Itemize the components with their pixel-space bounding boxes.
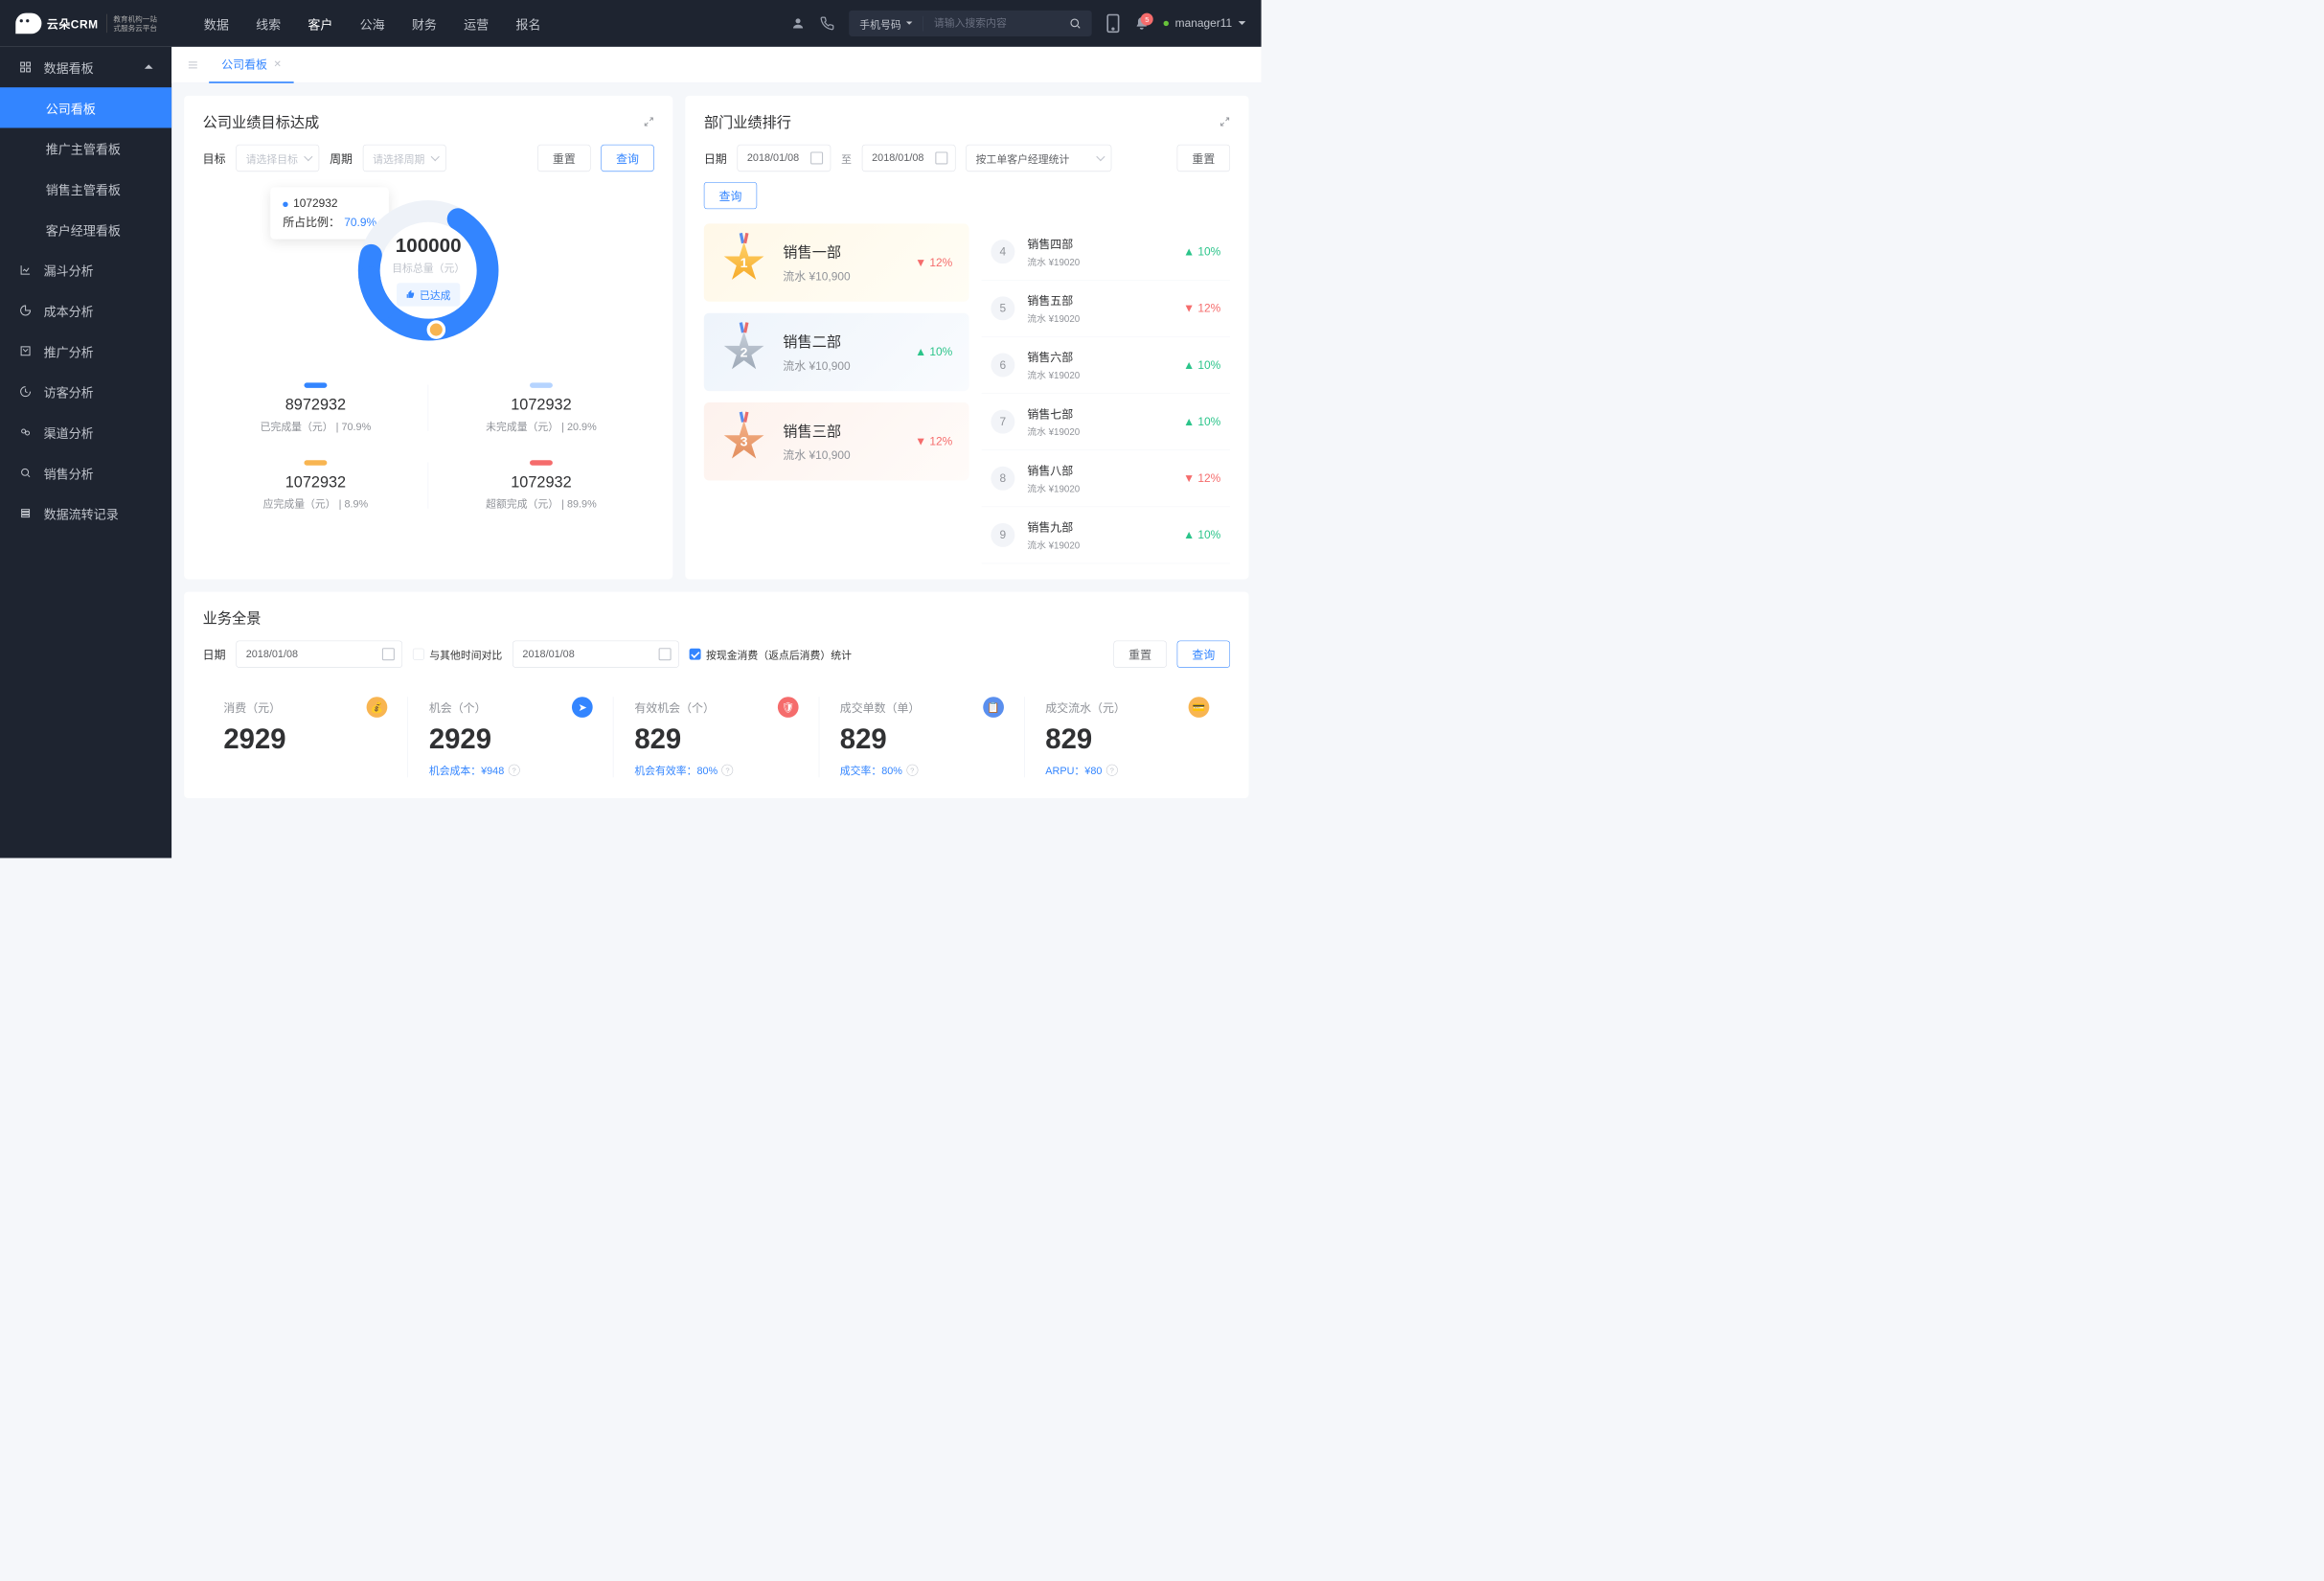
rank-top-card[interactable]: 2 销售二部流水 ¥10,900 ▲ 10% <box>704 313 969 391</box>
metric-card: 成交单数（单）📋 829 成交率：80% ? <box>819 692 1024 783</box>
topnav-item[interactable]: 线索 <box>256 14 281 33</box>
expand-icon[interactable] <box>644 117 654 127</box>
bell-icon[interactable]: 5 <box>1134 16 1149 31</box>
cash-checkbox[interactable]: 按现金消费（返点后消费）统计 <box>690 647 852 662</box>
stat-item: 8972932已完成量（元） | 70.9% <box>203 369 429 447</box>
nav-icon <box>19 304 33 317</box>
nav-icon <box>19 507 33 520</box>
rank-row[interactable]: 7 销售七部流水 ¥19020 ▲ 10% <box>982 394 1230 450</box>
donut-chart: 100000 目标总量（元） 已达成 <box>351 193 507 349</box>
search-button[interactable] <box>1059 17 1092 30</box>
stat-item: 1072932应完成量（元） | 8.9% <box>203 447 429 524</box>
search-type-select[interactable]: 手机号码 <box>849 16 923 32</box>
help-icon[interactable]: ? <box>1106 764 1118 775</box>
sidebar-item[interactable]: 渠道分析 <box>0 412 171 452</box>
nav-icon <box>19 425 33 439</box>
ov-date1[interactable]: 2018/01/08 <box>236 641 402 668</box>
metric-icon: ➤ <box>572 697 593 718</box>
call-icon[interactable] <box>820 16 834 31</box>
sidebar-sub-item[interactable]: 推广主管看板 <box>0 128 171 169</box>
card-overview: 业务全景 日期 2018/01/08 与其他时间对比 2018/01/08 按现… <box>184 592 1248 798</box>
medal-icon: 3 <box>720 418 767 465</box>
nav-icon <box>19 466 33 479</box>
sidebar-sub-item[interactable]: 公司看板 <box>0 87 171 127</box>
stat-item: 1072932未完成量（元） | 20.9% <box>428 369 654 447</box>
card-target: 公司业绩目标达成 目标 请选择目标 周期 请选择周期 重置 查询 1072932 <box>184 96 672 580</box>
card-ranking: 部门业绩排行 日期 2018/01/08 至 2018/01/08 按工单客户经… <box>685 96 1248 580</box>
metric-card: 消费（元）💰 2929 <box>203 692 408 783</box>
metric-icon: 💰 <box>367 697 388 718</box>
rank-top-card[interactable]: 3 销售三部流水 ¥10,900 ▼ 12% <box>704 402 969 480</box>
sidebar-item[interactable]: 数据流转记录 <box>0 493 171 533</box>
topnav-item[interactable]: 公海 <box>360 14 385 33</box>
rank-row[interactable]: 6 销售六部流水 ¥19020 ▲ 10% <box>982 337 1230 394</box>
metric-card: 有效机会（个）🛡 829 机会有效率：80% ? <box>614 692 819 783</box>
nav-icon <box>19 344 33 357</box>
topnav-item[interactable]: 客户 <box>308 14 332 33</box>
sidebar-item[interactable]: 推广分析 <box>0 331 171 371</box>
metric-icon: 💳 <box>1189 697 1210 718</box>
logo[interactable]: 云朵CRM 教育机构一站 式服务云平台 <box>15 13 157 34</box>
medal-icon: 2 <box>720 329 767 376</box>
phone-icon[interactable] <box>1106 14 1120 34</box>
help-icon[interactable]: ? <box>722 764 734 775</box>
sidebar-item[interactable]: 成本分析 <box>0 290 171 331</box>
expand-icon[interactable] <box>1219 117 1230 127</box>
sidebar-sub-item[interactable]: 销售主管看板 <box>0 169 171 209</box>
query-button[interactable]: 查询 <box>704 182 757 209</box>
date-from[interactable]: 2018/01/08 <box>738 145 832 172</box>
metric-card: 机会（个）➤ 2929 机会成本：¥948 ? <box>408 692 613 783</box>
help-icon[interactable]: ? <box>906 764 918 775</box>
user-menu[interactable]: manager11 <box>1164 16 1246 30</box>
stat-item: 1072932超额完成（元） | 89.9% <box>428 447 654 524</box>
sidebar-sub-item[interactable]: 客户经理看板 <box>0 209 171 249</box>
notif-badge: 5 <box>1141 13 1153 26</box>
medal-icon: 1 <box>720 240 767 286</box>
tab-company-dashboard[interactable]: 公司看板 ✕ <box>209 47 294 83</box>
tabs: 公司看板 ✕ <box>171 47 1261 83</box>
query-button[interactable]: 查询 <box>601 145 653 172</box>
compare-checkbox[interactable]: 与其他时间对比 <box>413 647 502 662</box>
date-to[interactable]: 2018/01/08 <box>862 145 956 172</box>
rank-row[interactable]: 8 销售八部流水 ¥19020 ▼ 12% <box>982 450 1230 507</box>
ov-date2[interactable]: 2018/01/08 <box>513 641 679 668</box>
search-input[interactable] <box>923 17 1059 29</box>
topnav-item[interactable]: 财务 <box>412 14 437 33</box>
sidebar-item[interactable]: 漏斗分析 <box>0 249 171 289</box>
sidebar: 数据看板 公司看板推广主管看板销售主管看板客户经理看板 漏斗分析成本分析推广分析… <box>0 47 171 859</box>
nav-icon <box>19 264 33 277</box>
sidebar-item[interactable]: 销售分析 <box>0 452 171 493</box>
topnav: 数据 线索 客户 公海 财务 运营 报名 <box>204 14 541 33</box>
reset-button[interactable]: 重置 <box>1177 145 1230 172</box>
sidebar-toggle[interactable] <box>182 59 204 71</box>
card-title: 公司业绩目标达成 <box>203 111 320 132</box>
rank-select[interactable]: 按工单客户经理统计 <box>966 145 1111 172</box>
query-button[interactable]: 查询 <box>1177 641 1230 668</box>
rank-row[interactable]: 4 销售四部流水 ¥19020 ▲ 10% <box>982 223 1230 280</box>
dashboard-icon <box>19 60 33 74</box>
metric-icon: 🛡 <box>778 697 799 718</box>
topnav-item[interactable]: 数据 <box>204 14 229 33</box>
sidebar-item[interactable]: 访客分析 <box>0 371 171 411</box>
reset-button[interactable]: 重置 <box>537 145 590 172</box>
sidebar-group-dashboard[interactable]: 数据看板 <box>0 47 171 87</box>
metric-card: 成交流水（元）💳 829 ARPU：¥80 ? <box>1025 692 1230 783</box>
header: 云朵CRM 教育机构一站 式服务云平台 数据 线索 客户 公海 财务 运营 报名 手机号码 <box>0 0 1262 47</box>
rank-row[interactable]: 9 销售九部流水 ¥19020 ▲ 10% <box>982 507 1230 563</box>
topnav-item[interactable]: 运营 <box>464 14 489 33</box>
help-icon[interactable]: ? <box>509 764 520 775</box>
reset-button[interactable]: 重置 <box>1113 641 1166 668</box>
metric-icon: 📋 <box>983 697 1004 718</box>
rank-top-card[interactable]: 1 销售一部流水 ¥10,900 ▼ 12% <box>704 223 969 301</box>
rank-row[interactable]: 5 销售五部流水 ¥19020 ▼ 12% <box>982 281 1230 337</box>
target-select[interactable]: 请选择目标 <box>236 145 319 172</box>
close-icon[interactable]: ✕ <box>273 58 281 69</box>
status-badge: 已达成 <box>397 283 460 306</box>
period-select[interactable]: 请选择周期 <box>363 145 446 172</box>
search: 手机号码 <box>849 11 1091 36</box>
chevron-up-icon <box>145 63 153 72</box>
nav-icon <box>19 385 33 399</box>
topnav-item[interactable]: 报名 <box>515 14 540 33</box>
user-icon[interactable] <box>791 16 806 31</box>
